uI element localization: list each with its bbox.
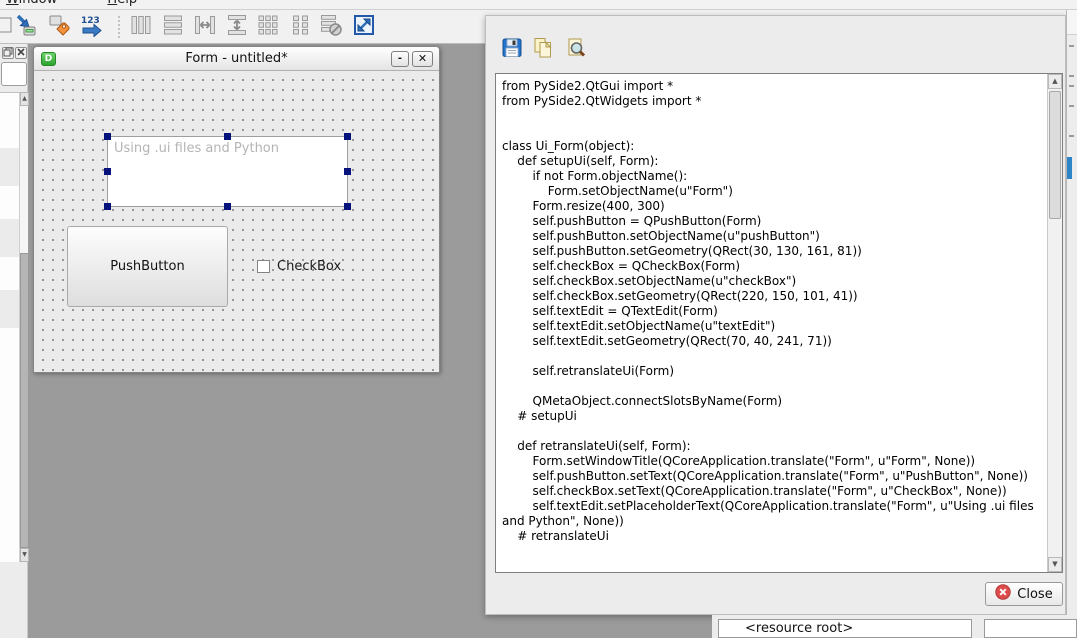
widget-filter-input[interactable] — [1, 62, 27, 86]
adjust-size-icon — [352, 13, 376, 41]
tree-branch-mark — [1069, 105, 1074, 107]
layout-splitter-vertical-button[interactable] — [224, 13, 250, 41]
dock-float-button[interactable] — [2, 47, 14, 59]
layout-form-icon — [289, 13, 313, 41]
selection-handle[interactable] — [104, 203, 111, 210]
pushbutton-label: PushButton — [110, 259, 184, 274]
copy-icon — [531, 36, 555, 64]
toolbar-separator — [118, 16, 120, 38]
textedit-widget[interactable]: Using .ui files and Python — [107, 136, 348, 207]
layout-splitter-horizontal-button[interactable] — [192, 13, 218, 41]
selection-handle[interactable] — [344, 203, 351, 210]
edit-buddies-button[interactable] — [47, 13, 73, 41]
resource-browser-panel: <resource root> — [712, 615, 1077, 638]
tree-branch-mark — [1069, 45, 1074, 47]
resource-root-label: <resource root> — [745, 621, 853, 636]
break-layout-button[interactable] — [318, 13, 344, 41]
selection-handle[interactable] — [104, 133, 111, 140]
edit-signals-slots-button[interactable] — [13, 13, 39, 41]
tree-branch-mark — [1069, 75, 1074, 77]
close-button-label: Close — [1017, 587, 1052, 602]
selection-handle[interactable] — [344, 133, 351, 140]
edit-tab-order-icon: 123 — [80, 13, 104, 41]
widget-box-scrollbar[interactable]: ▲ ▼ — [19, 92, 28, 562]
selection-handle[interactable] — [104, 168, 111, 175]
tree-branch-mark — [1069, 135, 1074, 137]
save-code-button[interactable] — [499, 37, 525, 63]
resource-root-item[interactable]: <resource root> — [718, 619, 972, 638]
layout-horizontal-icon — [129, 13, 153, 41]
view-code-dialog: from PySide2.QtGui import * from PySide2… — [485, 15, 1066, 615]
edit-widgets-button[interactable] — [0, 13, 14, 41]
scroll-down-icon[interactable]: ▼ — [20, 548, 29, 562]
layout-form-button[interactable] — [288, 13, 314, 41]
layout-splitter-horizontal-icon — [193, 13, 217, 41]
layout-splitter-vertical-icon — [225, 13, 249, 41]
edit-signals-slots-icon — [14, 13, 38, 41]
find-code-button[interactable] — [563, 37, 589, 63]
form-window-title: Form - untitled* — [34, 47, 439, 71]
pushbutton-widget[interactable]: PushButton — [67, 226, 228, 307]
edit-buddies-icon — [48, 13, 72, 41]
checkbox-indicator[interactable] — [257, 260, 270, 273]
resource-list-box[interactable] — [984, 619, 1077, 638]
code-text[interactable]: from PySide2.QtGui import * from PySide2… — [502, 79, 1046, 544]
close-button-icon — [995, 584, 1011, 604]
dock-float-icon — [3, 46, 13, 61]
close-button[interactable]: Close — [985, 582, 1063, 606]
right-panel-header — [1067, 10, 1077, 35]
widget-box-list[interactable] — [0, 92, 19, 562]
menu-window[interactable]: Window — [6, 0, 57, 7]
layout-vertical-button[interactable] — [160, 13, 186, 41]
find-icon — [564, 36, 588, 64]
selection-handle[interactable] — [344, 168, 351, 175]
scrollbar-thumb[interactable] — [20, 253, 29, 548]
menu-help[interactable]: Help — [107, 0, 137, 7]
checkbox-widget[interactable]: CheckBox — [257, 256, 341, 276]
form-canvas[interactable]: Using .ui files and Python PushButton Ch… — [34, 71, 439, 372]
selection-handle[interactable] — [224, 133, 231, 140]
form-window-titlebar[interactable]: D Form - untitled* - ✕ — [34, 47, 439, 71]
edit-widgets-icon — [0, 13, 13, 41]
scrollbar-thumb[interactable] — [1049, 91, 1061, 219]
save-icon — [500, 36, 524, 64]
tree-branch-mark — [1069, 85, 1074, 87]
scroll-up-icon[interactable]: ▲ — [1048, 74, 1062, 89]
layout-vertical-icon — [161, 13, 185, 41]
right-edge-panel — [1066, 10, 1077, 638]
copy-code-button[interactable] — [530, 37, 556, 63]
layout-grid-icon — [256, 13, 280, 41]
layout-horizontal-button[interactable] — [128, 13, 154, 41]
menubar: Window Help — [0, 0, 1077, 10]
dock-close-icon — [16, 46, 26, 61]
tree-selection-highlight[interactable] — [1067, 157, 1072, 179]
code-view[interactable]: from PySide2.QtGui import * from PySide2… — [495, 73, 1063, 573]
code-scrollbar[interactable]: ▲ ▼ — [1047, 74, 1062, 572]
layout-grid-button[interactable] — [255, 13, 281, 41]
edit-tab-order-button[interactable]: 123 — [79, 13, 105, 41]
dock-close-button[interactable] — [15, 47, 27, 59]
break-layout-icon — [319, 13, 343, 41]
textedit-placeholder: Using .ui files and Python — [114, 141, 279, 156]
list-item[interactable] — [0, 290, 19, 328]
svg-text:123: 123 — [81, 16, 100, 26]
scroll-up-icon[interactable]: ▲ — [20, 92, 29, 106]
list-item[interactable] — [0, 219, 19, 257]
form-close-button[interactable]: ✕ — [412, 51, 433, 67]
checkbox-label: CheckBox — [277, 259, 341, 274]
form-editor-window: D Form - untitled* - ✕ Using .ui files a… — [33, 46, 440, 373]
qt-designer-screen: { "menubar": { "items": [ { "label": "Wi… — [0, 0, 1077, 638]
adjust-size-button[interactable] — [351, 13, 377, 41]
form-minimize-button[interactable]: - — [391, 51, 409, 67]
scroll-down-icon[interactable]: ▼ — [1048, 557, 1062, 572]
list-item[interactable] — [0, 148, 19, 186]
selection-handle[interactable] — [224, 203, 231, 210]
widget-box-panel: ▲ ▼ — [0, 44, 28, 638]
